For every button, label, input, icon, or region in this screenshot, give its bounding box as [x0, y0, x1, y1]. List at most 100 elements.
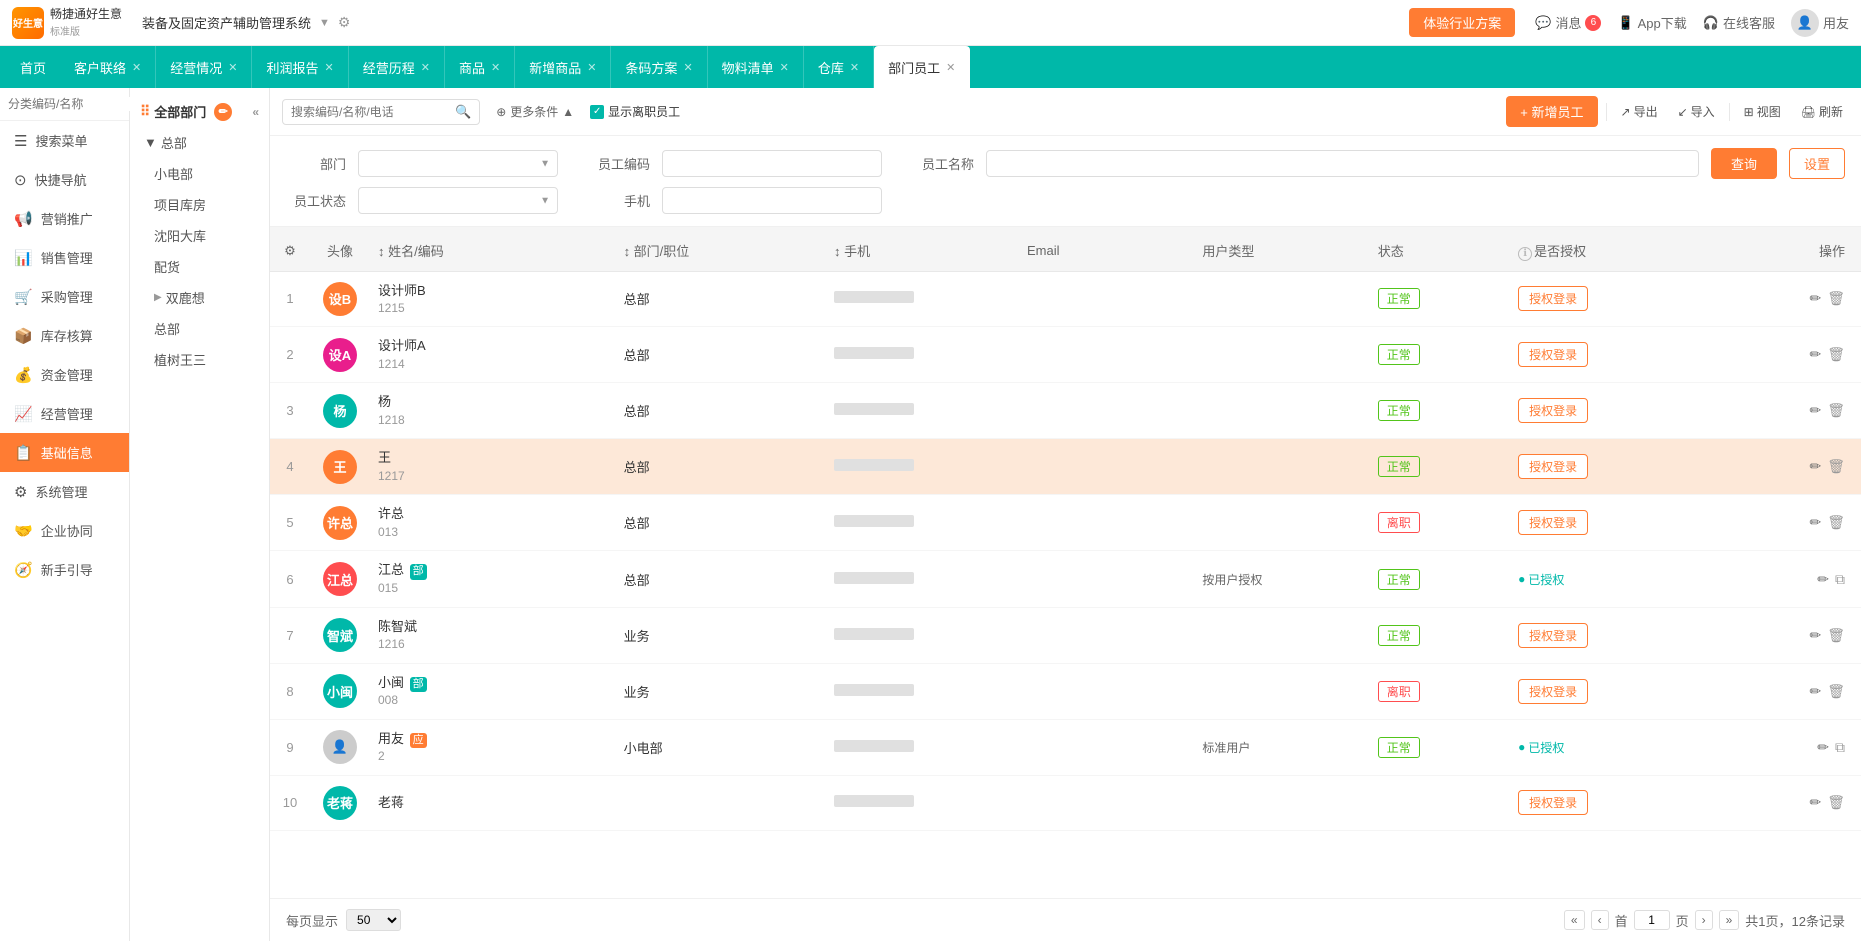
- sidebar-item-inventory[interactable]: 📦 库存核算: [0, 316, 129, 355]
- sidebar-item-search[interactable]: ☰ 搜索菜单: [0, 121, 129, 160]
- copy-btn-6[interactable]: ⧉: [1835, 571, 1845, 588]
- search-input[interactable]: [291, 105, 451, 119]
- dept-select[interactable]: [358, 150, 558, 177]
- sidebar-item-marketing[interactable]: 📢 营销推广: [0, 199, 129, 238]
- tab-profit[interactable]: 利润报告 ✕: [252, 46, 348, 88]
- auth-btn-4[interactable]: 授权登录: [1518, 454, 1588, 479]
- trial-button[interactable]: 体验行业方案: [1409, 8, 1515, 37]
- next-page-btn[interactable]: ›: [1695, 910, 1713, 930]
- sidebar-item-finance[interactable]: 💰 资金管理: [0, 355, 129, 394]
- tree-item-slx[interactable]: ▶ 双鹿想: [130, 282, 269, 313]
- tree-item-ph[interactable]: 配货: [130, 251, 269, 282]
- emp-code-input[interactable]: [662, 150, 882, 177]
- tab-barcode-close[interactable]: ✕: [683, 61, 692, 74]
- sidebar-item-base-info[interactable]: 📋 基础信息: [0, 433, 129, 472]
- page-size-select[interactable]: 50 100 200: [346, 909, 401, 931]
- emp-name-input[interactable]: [986, 150, 1699, 177]
- edit-btn-3[interactable]: ✏: [1809, 402, 1821, 419]
- del-btn-7[interactable]: 🗑: [1827, 627, 1845, 644]
- tree-item-zsw[interactable]: 植树王三: [130, 344, 269, 375]
- sidebar-item-purchase[interactable]: 🛒 采购管理: [0, 277, 129, 316]
- sidebar-item-enterprise[interactable]: 🤝 企业协同: [0, 511, 129, 550]
- del-btn-1[interactable]: 🗑: [1827, 290, 1845, 307]
- tab-dept-staff[interactable]: 部门员工 ✕: [874, 46, 970, 88]
- system-title-arrow[interactable]: ▼: [319, 17, 330, 29]
- tab-operations-close[interactable]: ✕: [228, 61, 237, 74]
- col-phone[interactable]: ↕ 手机: [826, 231, 1019, 271]
- tab-goods-close[interactable]: ✕: [491, 61, 500, 74]
- tree-item-zb[interactable]: 总部: [130, 313, 269, 344]
- message-item[interactable]: 💬 消息 6: [1535, 13, 1601, 32]
- user-item[interactable]: 👤 用友: [1791, 9, 1849, 37]
- query-button[interactable]: 查询: [1711, 148, 1777, 179]
- auth-btn-1[interactable]: 授权登录: [1518, 286, 1588, 311]
- add-employee-button[interactable]: + 新增员工: [1506, 96, 1597, 127]
- col-name-code[interactable]: ↕ 姓名/编码: [370, 231, 616, 271]
- sidebar-item-quick-nav[interactable]: ⊙ 快捷导航: [0, 160, 129, 199]
- tab-profit-close[interactable]: ✕: [325, 61, 334, 74]
- del-btn-10[interactable]: 🗑: [1827, 794, 1845, 811]
- tab-history[interactable]: 经营历程 ✕: [349, 46, 445, 88]
- settings-button[interactable]: 设置: [1789, 148, 1845, 179]
- tree-edit-icon[interactable]: ✏: [214, 103, 232, 121]
- tab-barcode[interactable]: 条码方案 ✕: [611, 46, 707, 88]
- auth-btn-7[interactable]: 授权登录: [1518, 623, 1588, 648]
- del-btn-8[interactable]: 🗑: [1827, 683, 1845, 700]
- del-btn-3[interactable]: 🗑: [1827, 402, 1845, 419]
- print-button[interactable]: 🖨 刷新: [1795, 99, 1849, 124]
- phone-input[interactable]: [662, 187, 882, 214]
- tree-item-xmk[interactable]: 项目库房: [130, 189, 269, 220]
- tree-item-headquarter[interactable]: ▼ 总部: [130, 127, 269, 158]
- auth-btn-10[interactable]: 授权登录: [1518, 790, 1588, 815]
- edit-btn-6[interactable]: ✏: [1817, 571, 1829, 588]
- emp-status-select[interactable]: [358, 187, 558, 214]
- tab-add-goods-close[interactable]: ✕: [587, 61, 596, 74]
- page-number-input[interactable]: [1634, 910, 1670, 930]
- edit-btn-2[interactable]: ✏: [1809, 346, 1821, 363]
- online-service-item[interactable]: 🎧 在线客服: [1703, 13, 1775, 32]
- import-button[interactable]: ↙ 导入: [1672, 99, 1721, 124]
- tab-warehouse-close[interactable]: ✕: [850, 61, 859, 74]
- edit-btn-9[interactable]: ✏: [1817, 739, 1829, 756]
- sidebar-item-sales[interactable]: 📊 销售管理: [0, 238, 129, 277]
- copy-btn-9[interactable]: ⧉: [1835, 739, 1845, 756]
- tab-customer[interactable]: 客户联络 ✕: [60, 46, 156, 88]
- first-page-btn[interactable]: «: [1564, 910, 1585, 930]
- view-button[interactable]: ⊞ 视图: [1738, 99, 1787, 124]
- tab-goods[interactable]: 商品 ✕: [445, 46, 515, 88]
- export-button[interactable]: ↗ 导出: [1615, 99, 1664, 124]
- sidebar-item-sys-mgmt[interactable]: ⚙ 系统管理: [0, 472, 129, 511]
- edit-btn-1[interactable]: ✏: [1809, 290, 1821, 307]
- tab-home[interactable]: 首页: [6, 46, 60, 88]
- tab-bom-close[interactable]: ✕: [780, 61, 789, 74]
- auth-btn-3[interactable]: 授权登录: [1518, 398, 1588, 423]
- auth-btn-8[interactable]: 授权登录: [1518, 679, 1588, 704]
- sidebar-item-operations[interactable]: 📈 经营管理: [0, 394, 129, 433]
- prev-page-btn[interactable]: ‹: [1591, 910, 1609, 930]
- edit-btn-5[interactable]: ✏: [1809, 514, 1821, 531]
- tab-customer-close[interactable]: ✕: [132, 61, 141, 74]
- app-download-item[interactable]: 📱 App下载: [1617, 13, 1686, 32]
- del-btn-4[interactable]: 🗑: [1827, 458, 1845, 475]
- auth-btn-2[interactable]: 授权登录: [1518, 342, 1588, 367]
- col-settings[interactable]: ⚙: [270, 231, 310, 271]
- tab-operations[interactable]: 经营情况 ✕: [156, 46, 252, 88]
- del-btn-2[interactable]: 🗑: [1827, 346, 1845, 363]
- tab-history-close[interactable]: ✕: [421, 61, 430, 74]
- tab-add-goods[interactable]: 新增商品 ✕: [515, 46, 611, 88]
- del-btn-5[interactable]: 🗑: [1827, 514, 1845, 531]
- show-inactive-area[interactable]: ✓ 显示离职员工: [590, 103, 680, 120]
- system-settings-icon[interactable]: ⚙: [338, 14, 351, 31]
- tab-bom[interactable]: 物料清单 ✕: [708, 46, 804, 88]
- tree-collapse-icon[interactable]: «: [252, 105, 259, 119]
- edit-btn-4[interactable]: ✏: [1809, 458, 1821, 475]
- show-inactive-checkbox[interactable]: ✓: [590, 105, 604, 119]
- edit-btn-8[interactable]: ✏: [1809, 683, 1821, 700]
- edit-btn-10[interactable]: ✏: [1809, 794, 1821, 811]
- tree-item-sydk[interactable]: 沈阳大库: [130, 220, 269, 251]
- last-page-btn[interactable]: »: [1719, 910, 1740, 930]
- edit-btn-7[interactable]: ✏: [1809, 627, 1821, 644]
- filter-btn[interactable]: ⊕ 更多条件 ▲: [488, 99, 582, 124]
- auth-btn-5[interactable]: 授权登录: [1518, 510, 1588, 535]
- tree-item-xd[interactable]: 小电部: [130, 158, 269, 189]
